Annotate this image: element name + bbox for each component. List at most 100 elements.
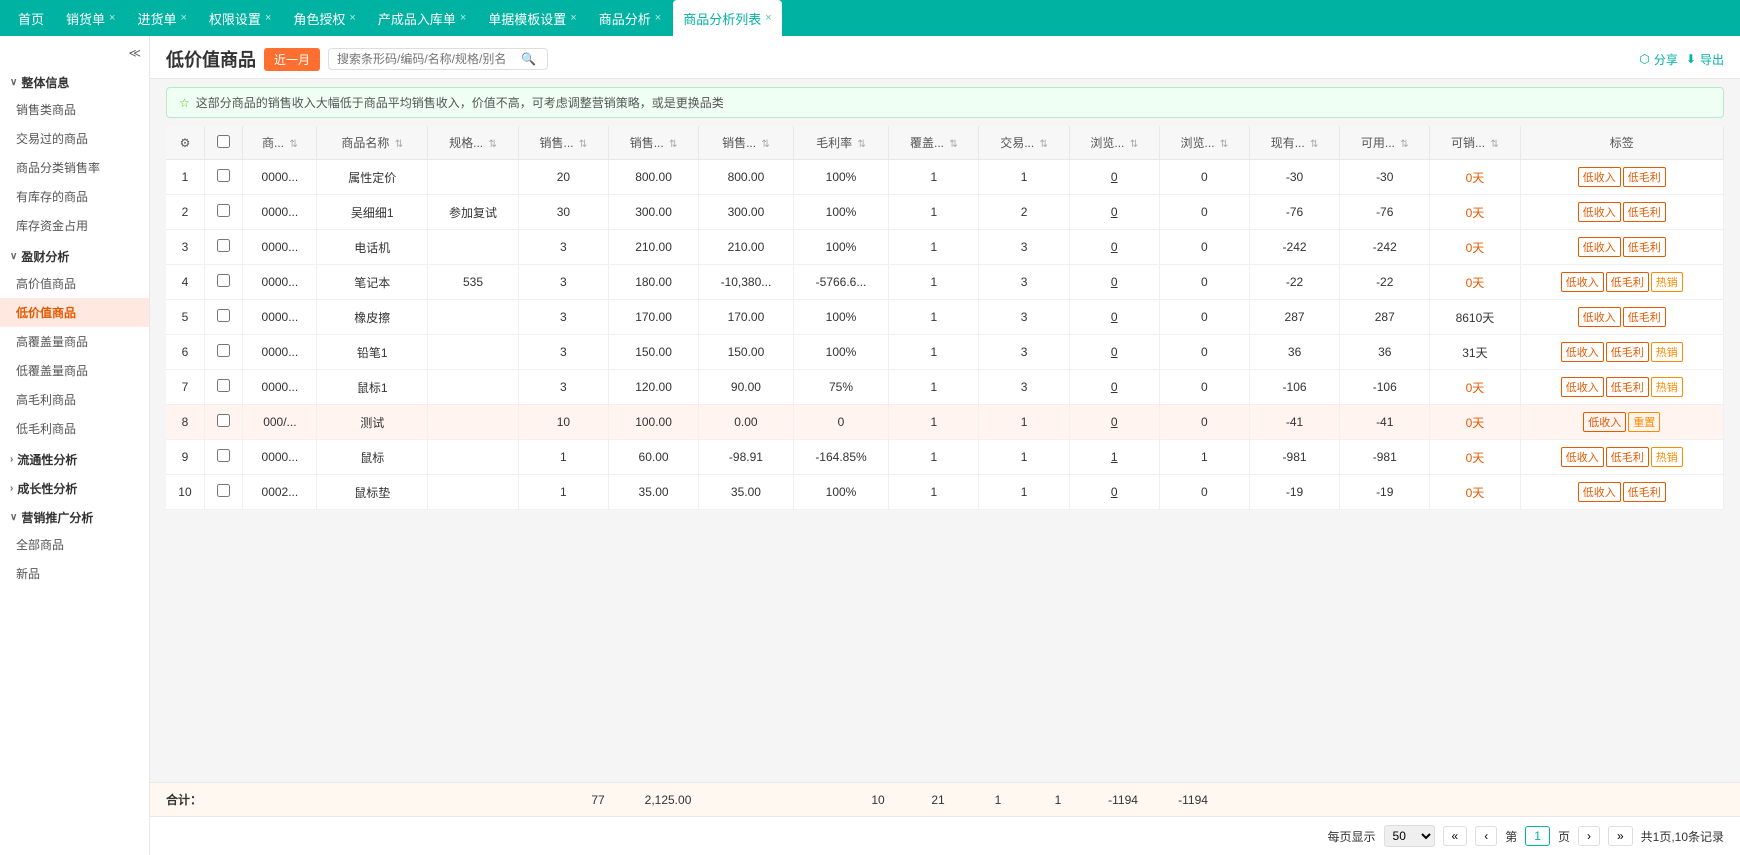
col-name[interactable]: 商品名称 ⇅ [317, 126, 428, 160]
row-checkbox-8[interactable] [217, 414, 230, 427]
row-checkbox-6[interactable] [217, 344, 230, 357]
nav-close-商品分析[interactable]: × [655, 12, 661, 24]
col-trade[interactable]: 交易... ⇅ [979, 126, 1069, 160]
nav-close-进货单[interactable]: × [180, 12, 186, 24]
tag-低收入: 低收入 [1578, 202, 1621, 222]
row-checkbox-7[interactable] [217, 379, 230, 392]
total-cell: 10 [848, 793, 908, 807]
sidebar-group-流通性分析[interactable]: › 流通性分析 [0, 443, 149, 472]
col-browse1[interactable]: 浏览... ⇅ [1069, 126, 1159, 160]
col-current-stock[interactable]: 现有... ⇅ [1249, 126, 1339, 160]
total-cell [218, 793, 338, 807]
nav-item-单据模板设置[interactable]: 单据模板设置 × [478, 0, 586, 36]
tag-热销: 热销 [1651, 342, 1683, 362]
sidebar-item-高毛利商品[interactable]: 高毛利商品 [0, 385, 149, 414]
nav-item-权限设置[interactable]: 权限设置 × [199, 0, 281, 36]
browse1-link-4[interactable]: 0 [1111, 275, 1118, 289]
browse1-link-3[interactable]: 0 [1111, 240, 1118, 254]
total-cell: 2,125.00 [628, 793, 708, 807]
row-checkbox-3[interactable] [217, 239, 230, 252]
col-sale-amount[interactable]: 销售... ⇅ [608, 126, 698, 160]
col-browse2[interactable]: 浏览... ⇅ [1159, 126, 1249, 160]
browse1-link-9[interactable]: 1 [1111, 450, 1118, 464]
sidebar-group-整体信息[interactable]: ∨ 整体信息 [0, 66, 149, 95]
table-row: 60000...铅笔13150.00150.00100%1300363631天低… [166, 335, 1724, 370]
row-checkbox-9[interactable] [217, 449, 230, 462]
nav-close-权限设置[interactable]: × [265, 12, 271, 24]
sidebar-item-商品分类销售率[interactable]: 商品分类销售率 [0, 153, 149, 182]
export-button[interactable]: ⬇ 导出 [1686, 51, 1724, 68]
sidebar-item-全部商品[interactable]: 全部商品 [0, 530, 149, 559]
col-saleable[interactable]: 可销... ⇅ [1430, 126, 1520, 160]
nav-close-角色授权[interactable]: × [349, 12, 355, 24]
sidebar-item-新品[interactable]: 新品 [0, 559, 149, 588]
total-cell: 77 [568, 793, 628, 807]
col-margin[interactable]: 毛利率 ⇅ [793, 126, 889, 160]
browse1-link-7[interactable]: 0 [1111, 380, 1118, 394]
browse1-link-5[interactable]: 0 [1111, 310, 1118, 324]
tag-低收入: 低收入 [1578, 482, 1621, 502]
tag-低毛利: 低毛利 [1606, 272, 1649, 292]
collapse-sidebar-button[interactable]: ≪ [124, 42, 145, 64]
sidebar-item-销售类商品[interactable]: 销售类商品 [0, 95, 149, 124]
share-button[interactable]: ⬡ 分享 [1639, 51, 1678, 68]
browse1-link-8[interactable]: 0 [1111, 415, 1118, 429]
data-table-wrapper[interactable]: ⚙ 商... ⇅ 商品名称 ⇅ 规格... ⇅ 销售... ⇅ 销售... ⇅ … [166, 126, 1724, 782]
nav-item-进货单[interactable]: 进货单 × [127, 0, 196, 36]
tag-低毛利: 低毛利 [1623, 237, 1666, 257]
col-tags[interactable]: 标签 [1520, 126, 1724, 160]
sidebar-item-低覆盖量商品[interactable]: 低覆盖量商品 [0, 356, 149, 385]
col-settings[interactable]: ⚙ [166, 126, 204, 160]
nav-close-单据模板设置[interactable]: × [570, 12, 576, 24]
browse1-link-2[interactable]: 0 [1111, 205, 1118, 219]
col-code[interactable]: 商... ⇅ [243, 126, 317, 160]
prev-page-button[interactable]: ‹ [1475, 826, 1497, 846]
nav-close-商品分析列表[interactable]: × [765, 12, 771, 24]
col-available[interactable]: 可用... ⇅ [1340, 126, 1430, 160]
sidebar-item-高覆盖量商品[interactable]: 高覆盖量商品 [0, 327, 149, 356]
search-icon[interactable]: 🔍 [521, 52, 536, 66]
first-page-button[interactable]: « [1443, 826, 1468, 846]
row-checkbox-10[interactable] [217, 484, 230, 497]
sidebar-item-有库存的商品[interactable]: 有库存的商品 [0, 182, 149, 211]
main-content: 低价值商品 近一月 🔍 ⬡ 分享 ⬇ 导出 [150, 36, 1740, 855]
nav-close-产成品入库单[interactable]: × [460, 12, 466, 24]
nav-item-产成品入库单[interactable]: 产成品入库单 × [368, 0, 476, 36]
sidebar-item-低价值商品[interactable]: 低价值商品 [0, 298, 149, 327]
col-checkbox[interactable] [204, 126, 243, 160]
sidebar-group-盈财分析[interactable]: ∨ 盈财分析 [0, 240, 149, 269]
table-row: 50000...橡皮擦3170.00170.00100%130028728786… [166, 300, 1724, 335]
select-all-checkbox[interactable] [217, 135, 230, 148]
row-checkbox-4[interactable] [217, 274, 230, 287]
col-coverage[interactable]: 覆盖... ⇅ [889, 126, 979, 160]
sidebar-group-营销推广分析[interactable]: ∨ 营销推广分析 [0, 501, 149, 530]
per-page-select[interactable]: 50 100 [1384, 825, 1435, 847]
sidebar-group-成长性分析[interactable]: › 成长性分析 [0, 472, 149, 501]
col-sale-qty[interactable]: 销售... ⇅ [518, 126, 608, 160]
next-page-button[interactable]: › [1578, 826, 1600, 846]
nav-item-商品分析列表[interactable]: 商品分析列表 × [673, 0, 781, 36]
col-sale-profit[interactable]: 销售... ⇅ [699, 126, 794, 160]
sidebar-item-交易过的商品[interactable]: 交易过的商品 [0, 124, 149, 153]
sidebar-item-库存资金占用[interactable]: 库存资金占用 [0, 211, 149, 240]
row-checkbox-1[interactable] [217, 169, 230, 182]
browse1-link-1[interactable]: 0 [1111, 170, 1118, 184]
browse1-link-10[interactable]: 0 [1111, 485, 1118, 499]
browse1-link-6[interactable]: 0 [1111, 345, 1118, 359]
sidebar-item-高价值商品[interactable]: 高价值商品 [0, 269, 149, 298]
search-input[interactable] [337, 52, 517, 66]
sidebar-item-低毛利商品[interactable]: 低毛利商品 [0, 414, 149, 443]
nav-close-销货单[interactable]: × [109, 12, 115, 24]
tag-低收入: 低收入 [1578, 167, 1621, 187]
last-page-button[interactable]: » [1608, 826, 1633, 846]
nav-item-角色授权[interactable]: 角色授权 × [283, 0, 365, 36]
row-checkbox-5[interactable] [217, 309, 230, 322]
alert-text: 这部分商品的销售收入大幅低于商品平均销售收入，价值不高，可考虑调整营销策略，或是… [196, 94, 724, 111]
nav-item-商品分析[interactable]: 商品分析 × [589, 0, 671, 36]
row-checkbox-2[interactable] [217, 204, 230, 217]
col-spec[interactable]: 规格... ⇅ [428, 126, 519, 160]
filter-button[interactable]: 近一月 [264, 48, 320, 71]
nav-item-首页[interactable]: 首页 [8, 0, 54, 36]
tag-热销: 热销 [1651, 272, 1683, 292]
nav-item-销货单[interactable]: 销货单 × [56, 0, 125, 36]
